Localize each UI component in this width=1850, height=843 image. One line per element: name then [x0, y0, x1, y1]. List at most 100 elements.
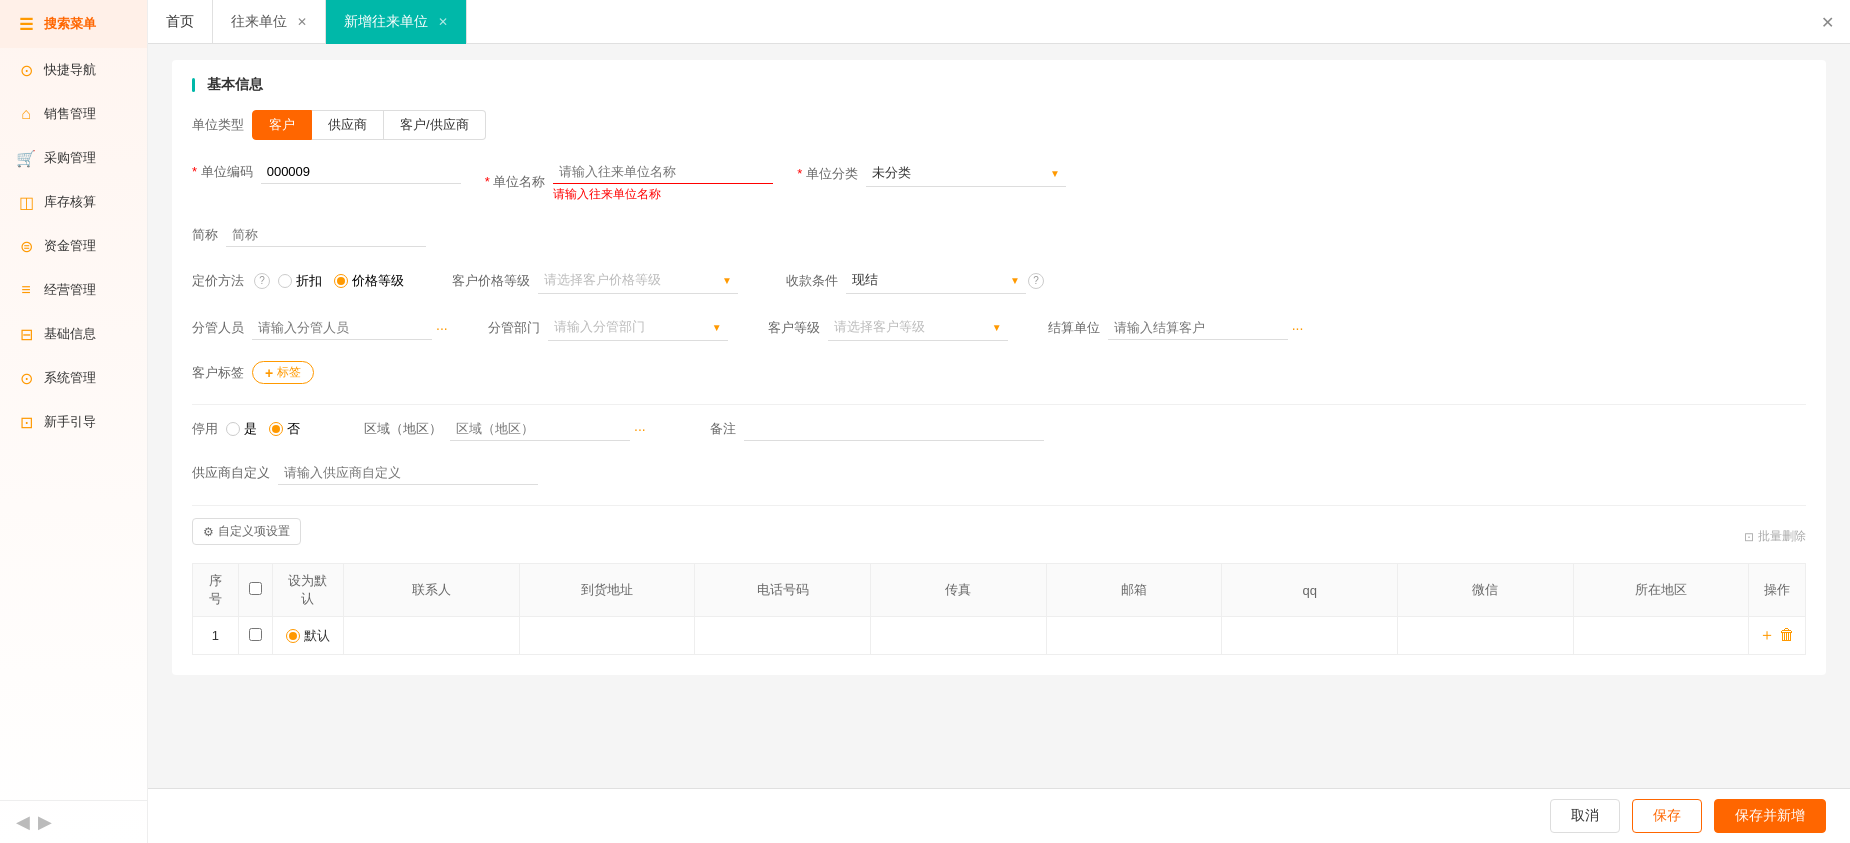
cell-qq[interactable] [1222, 617, 1398, 655]
customer-price-level-group: 客户价格等级 请选择客户价格等级 ▼ [452, 267, 738, 294]
unit-name-error: 请输入往来单位名称 [553, 186, 773, 203]
batch-delete-label: 批量删除 [1758, 528, 1806, 545]
row-checkbox[interactable] [249, 628, 262, 641]
save-add-button[interactable]: 保存并新增 [1714, 799, 1826, 833]
unit-code-label: 单位编码 [192, 163, 253, 181]
payment-terms-arrow: ▼ [1010, 275, 1020, 286]
region-input[interactable] [450, 417, 630, 441]
department-select[interactable]: 请输入分管部门 ▼ [548, 314, 728, 341]
remark-input[interactable] [744, 417, 1044, 441]
unit-name-group: 单位名称 请输入往来单位名称 [485, 160, 774, 203]
qq-input[interactable] [1232, 628, 1387, 643]
customer-level-label: 客户等级 [768, 319, 820, 337]
customer-level-arrow: ▼ [992, 322, 1002, 333]
pricing-radio-level[interactable]: 价格等级 [334, 272, 404, 290]
tab-home[interactable]: 首页 [148, 0, 213, 44]
pricing-help-icon[interactable]: ? [254, 273, 270, 289]
disabled-radio-yes[interactable]: 是 [226, 420, 257, 438]
manager-input[interactable] [252, 316, 432, 340]
manager-group: 分管人员 ··· [192, 316, 448, 340]
disabled-group: 停用 是 否 [192, 420, 300, 438]
cell-location[interactable] [1573, 617, 1749, 655]
cell-checkbox [238, 617, 272, 655]
wechat-input[interactable] [1408, 628, 1563, 643]
th-seq: 序号 [193, 564, 239, 617]
customer-price-level-placeholder: 请选择客户价格等级 [544, 271, 718, 289]
unit-code-input[interactable] [261, 160, 461, 184]
region-more-btn[interactable]: ··· [634, 421, 646, 437]
add-row-btn[interactable]: ＋ [1759, 625, 1775, 646]
payment-terms-value: 现结 [852, 271, 1006, 289]
contact-input[interactable] [354, 628, 509, 643]
location-input[interactable] [1584, 628, 1739, 643]
tab-partners-close[interactable]: ✕ [297, 15, 307, 29]
customer-level-select[interactable]: 请选择客户等级 ▼ [828, 314, 1008, 341]
sidebar-item-purchase[interactable]: 🛒 采购管理 [0, 136, 147, 180]
customer-price-level-label: 客户价格等级 [452, 272, 530, 290]
settlement-unit-input[interactable] [1108, 316, 1288, 340]
pricing-radio-level-circle [334, 274, 348, 288]
plus-icon: + [265, 365, 273, 381]
unit-btn-both[interactable]: 客户/供应商 [384, 110, 486, 140]
sidebar-item-label: 资金管理 [44, 237, 96, 255]
pricing-radio-discount[interactable]: 折扣 [278, 272, 322, 290]
select-all-checkbox[interactable] [249, 582, 262, 595]
sidebar-item-quick-nav[interactable]: ⊙ 快捷导航 [0, 48, 147, 92]
tab-partners[interactable]: 往来单位 ✕ [213, 0, 326, 44]
section-title: 基本信息 [192, 76, 1806, 94]
email-input[interactable] [1057, 628, 1212, 643]
sidebar-item-label: 系统管理 [44, 369, 96, 387]
disabled-radio-no[interactable]: 否 [269, 420, 300, 438]
cell-email[interactable] [1046, 617, 1222, 655]
cell-fax[interactable] [870, 617, 1046, 655]
th-wechat: 微信 [1398, 564, 1574, 617]
save-button[interactable]: 保存 [1632, 799, 1702, 833]
sidebar-item-system[interactable]: ⊙ 系统管理 [0, 356, 147, 400]
sidebar-item-search[interactable]: ☰ 搜索菜单 [0, 0, 147, 48]
supplier-custom-input[interactable] [278, 461, 538, 485]
sidebar-item-base[interactable]: ⊟ 基础信息 [0, 312, 147, 356]
custom-settings-button[interactable]: ⚙ 自定义项设置 [192, 518, 301, 545]
tab-new-partner-close[interactable]: ✕ [438, 15, 448, 29]
cell-address[interactable] [519, 617, 695, 655]
address-input[interactable] [530, 628, 685, 643]
disabled-radio-group: 是 否 [226, 420, 300, 438]
sidebar-item-finance[interactable]: ⊜ 资金管理 [0, 224, 147, 268]
sidebar-collapse-icon[interactable]: ◀ [16, 811, 30, 833]
unit-category-select[interactable]: 未分类 ▼ [866, 160, 1066, 187]
sidebar-expand-icon[interactable]: ▶ [38, 811, 52, 833]
sidebar-item-operations[interactable]: ≡ 经营管理 [0, 268, 147, 312]
cell-phone[interactable] [695, 617, 871, 655]
sidebar-item-inventory[interactable]: ◫ 库存核算 [0, 180, 147, 224]
tab-bar-close-btn[interactable]: ✕ [1821, 12, 1834, 31]
sidebar-item-sales[interactable]: ⌂ 销售管理 [0, 92, 147, 136]
short-name-input[interactable] [226, 223, 426, 247]
guide-icon: ⊡ [16, 412, 36, 432]
disabled-region-row: 停用 是 否 区域（地区） ··· [192, 417, 1806, 445]
cell-contact[interactable] [344, 617, 520, 655]
manager-more-btn[interactable]: ··· [436, 320, 448, 336]
payment-terms-select[interactable]: 现结 ▼ [846, 267, 1026, 294]
unit-name-input[interactable] [553, 160, 773, 184]
settlement-unit-more-btn[interactable]: ··· [1292, 320, 1304, 336]
supplier-custom-label: 供应商自定义 [192, 464, 270, 482]
divider2 [192, 505, 1806, 506]
tag-btn-label: 标签 [277, 364, 301, 381]
fax-input[interactable] [881, 628, 1036, 643]
tab-new-partner[interactable]: 新增往来单位 ✕ [326, 0, 467, 44]
unit-btn-supplier[interactable]: 供应商 [312, 110, 384, 140]
customer-price-level-select[interactable]: 请选择客户价格等级 ▼ [538, 267, 738, 294]
unit-btn-customer[interactable]: 客户 [252, 110, 312, 140]
table-header-row: 序号 设为默认 联系人 到货地址 电话号码 传真 邮箱 qq 微信 所在地区 操… [193, 564, 1806, 617]
sidebar-item-guide[interactable]: ⊡ 新手引导 [0, 400, 147, 444]
delete-row-btn[interactable]: 🗑 [1779, 626, 1795, 644]
payment-terms-help-icon[interactable]: ? [1028, 273, 1044, 289]
cell-wechat[interactable] [1398, 617, 1574, 655]
customer-level-placeholder: 请选择客户等级 [834, 318, 988, 336]
add-tag-button[interactable]: + 标签 [252, 361, 314, 384]
department-placeholder: 请输入分管部门 [554, 318, 708, 336]
cancel-button[interactable]: 取消 [1550, 799, 1620, 833]
batch-delete-btn[interactable]: ⊡ 批量删除 [1744, 528, 1806, 545]
phone-input[interactable] [705, 628, 860, 643]
default-radio[interactable]: 默认 [283, 627, 333, 645]
